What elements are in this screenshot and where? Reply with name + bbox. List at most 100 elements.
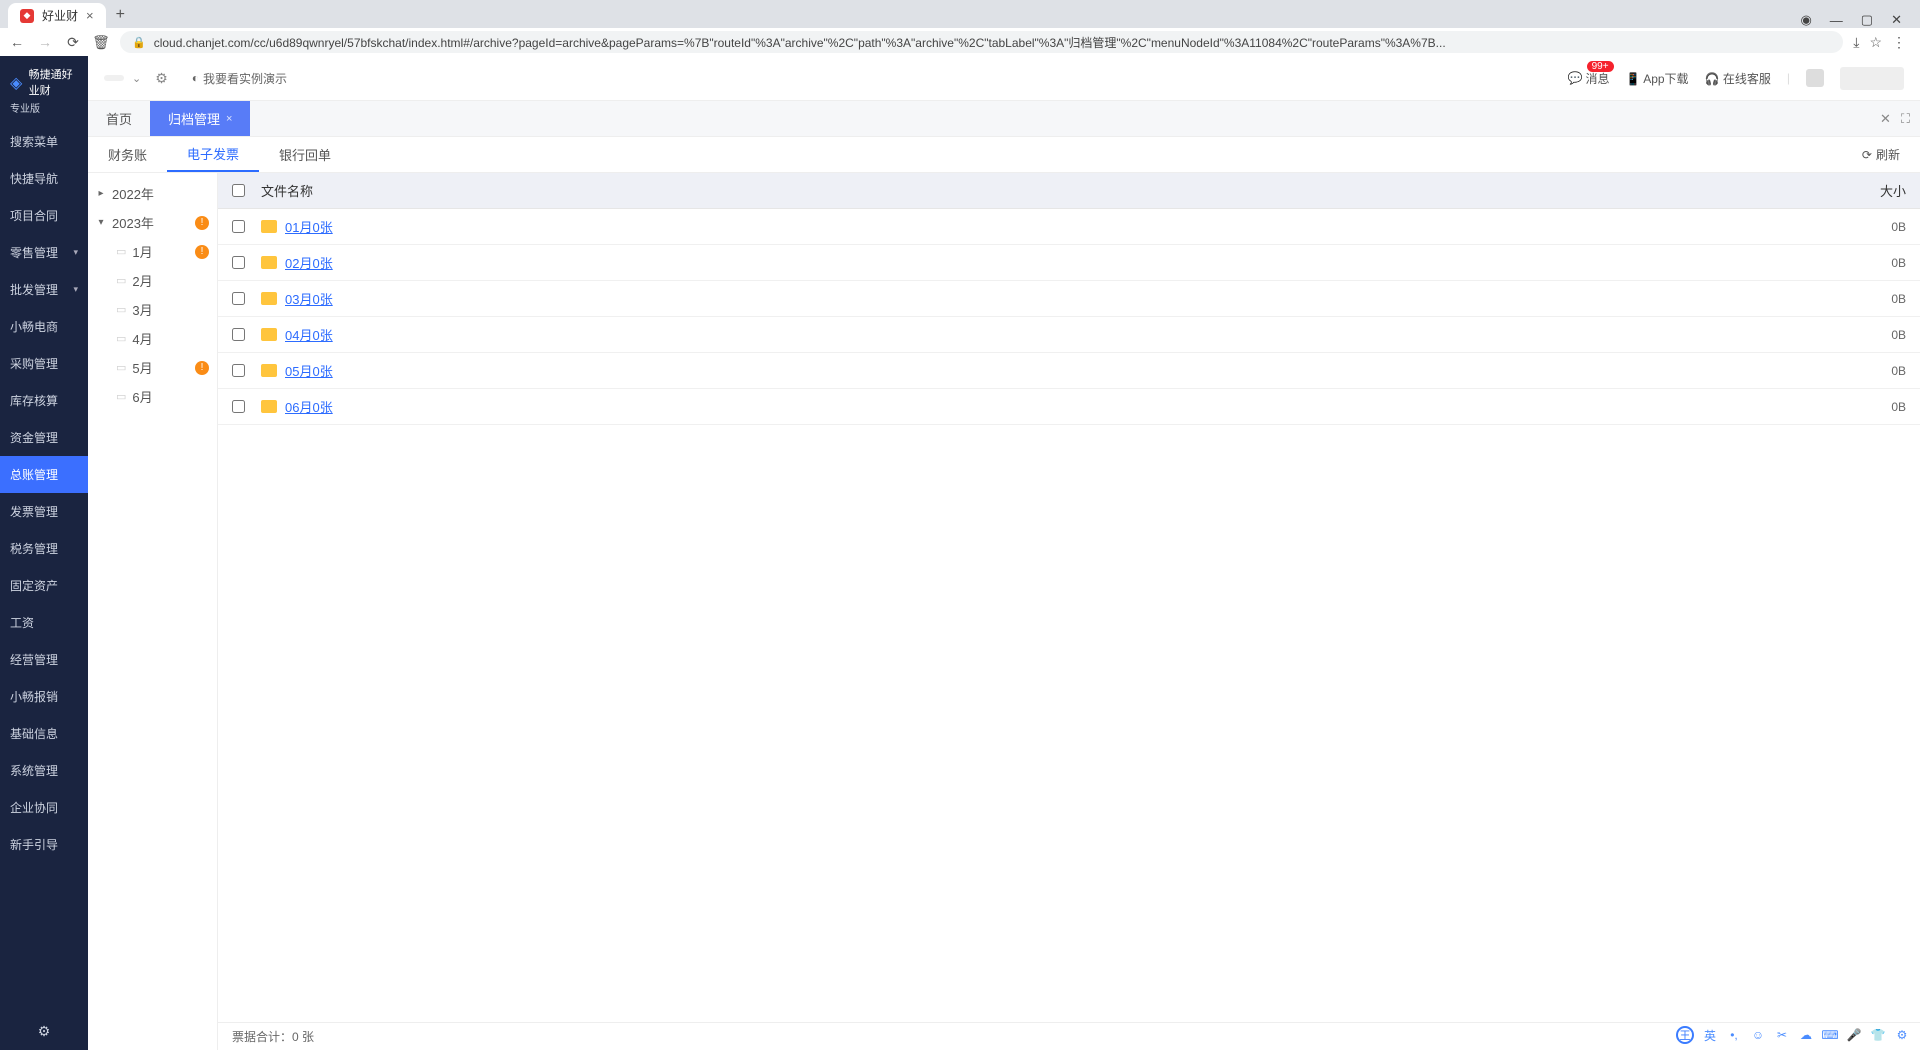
- chevron-down-icon: ▾: [96, 217, 106, 228]
- sidebar-item-采购管理[interactable]: 采购管理: [0, 345, 88, 382]
- tree-month-1月[interactable]: ▭1月!: [88, 237, 217, 266]
- logo-text: 畅捷通好业财: [29, 66, 82, 98]
- row-checkbox[interactable]: [232, 328, 245, 341]
- ime-lang[interactable]: 英: [1702, 1027, 1718, 1043]
- tree-month-4月[interactable]: ▭4月: [88, 324, 217, 353]
- gear-icon[interactable]: ⚙: [155, 70, 168, 87]
- minimize-icon[interactable]: —: [1830, 13, 1843, 28]
- sidebar-item-项目合同[interactable]: 项目合同: [0, 197, 88, 234]
- tab-bar: ◆ 好业财 × + ◉ — ▢ ✕: [0, 0, 1920, 28]
- new-tab-button[interactable]: +: [106, 2, 135, 28]
- file-row: 02月0张0B: [218, 245, 1920, 281]
- file-link[interactable]: 03月0张: [285, 289, 333, 308]
- install-icon[interactable]: ⤓: [1853, 34, 1859, 51]
- sidebar-item-新手引导[interactable]: 新手引导: [0, 826, 88, 863]
- tree-year-2023年[interactable]: ▾2023年!: [88, 208, 217, 237]
- forward-icon[interactable]: →: [36, 34, 54, 50]
- file-link[interactable]: 01月0张: [285, 217, 333, 236]
- avatar-icon[interactable]: [1806, 69, 1824, 87]
- sidebar: ◈ 畅捷通好业财 专业版 搜索菜单快捷导航项目合同零售管理▾批发管理▾小畅电商采…: [0, 56, 88, 1050]
- sidebar-item-固定资产[interactable]: 固定资产: [0, 567, 88, 604]
- maximize-icon[interactable]: ▢: [1861, 12, 1873, 28]
- row-checkbox[interactable]: [232, 364, 245, 377]
- sidebar-item-小畅电商[interactable]: 小畅电商: [0, 308, 88, 345]
- select-all-checkbox[interactable]: [232, 184, 245, 197]
- row-checkbox[interactable]: [232, 256, 245, 269]
- video-icon: ◐: [192, 71, 199, 85]
- sidebar-item-总账管理[interactable]: 总账管理: [0, 456, 88, 493]
- tree-month-6月[interactable]: ▭6月: [88, 382, 217, 411]
- sidebar-item-经营管理[interactable]: 经营管理: [0, 641, 88, 678]
- reload-icon[interactable]: ⟳: [64, 34, 82, 51]
- tree-month-2月[interactable]: ▭2月: [88, 266, 217, 295]
- refresh-button[interactable]: ⟳ 刷新: [1862, 137, 1920, 172]
- folder-icon: ▭: [116, 332, 126, 345]
- messages-button[interactable]: 💬 消息 99+: [1568, 70, 1610, 87]
- sub-tab-财务账[interactable]: 财务账: [88, 137, 167, 172]
- sub-tab-银行回单[interactable]: 银行回单: [259, 137, 351, 172]
- row-checkbox[interactable]: [232, 292, 245, 305]
- row-checkbox[interactable]: [232, 220, 245, 233]
- col-filename: 文件名称: [261, 181, 1846, 200]
- demo-link[interactable]: ◐ 我要看实例演示: [192, 70, 287, 87]
- sidebar-item-库存核算[interactable]: 库存核算: [0, 382, 88, 419]
- bookmark-icon[interactable]: ☆: [1869, 34, 1882, 51]
- sidebar-settings-icon[interactable]: ⚙: [0, 1013, 88, 1050]
- sidebar-item-快捷导航[interactable]: 快捷导航: [0, 160, 88, 197]
- menu-icon[interactable]: ⋮: [1892, 34, 1906, 51]
- folder-icon: [261, 400, 277, 413]
- user-name[interactable]: [1840, 67, 1904, 90]
- sidebar-item-系统管理[interactable]: 系统管理: [0, 752, 88, 789]
- ime-settings-icon[interactable]: ⚙: [1894, 1027, 1910, 1043]
- ime-keyboard-icon[interactable]: ⌨: [1822, 1027, 1838, 1043]
- company-selector[interactable]: ⌄ ⚙: [104, 70, 168, 87]
- sidebar-item-发票管理[interactable]: 发票管理: [0, 493, 88, 530]
- page-tab-归档管理[interactable]: 归档管理×: [150, 101, 250, 136]
- file-link[interactable]: 04月0张: [285, 325, 333, 344]
- ime-mic-icon[interactable]: 🎤: [1846, 1027, 1862, 1043]
- ime-emoji-icon[interactable]: ☺: [1750, 1027, 1766, 1043]
- sidebar-item-搜索菜单[interactable]: 搜索菜单: [0, 123, 88, 160]
- sidebar-item-税务管理[interactable]: 税务管理: [0, 530, 88, 567]
- ime-punct-icon[interactable]: •,: [1726, 1027, 1742, 1043]
- sidebar-item-基础信息[interactable]: 基础信息: [0, 715, 88, 752]
- ime-cloud-icon[interactable]: ☁: [1798, 1027, 1814, 1043]
- app-download-button[interactable]: 📱 App下载: [1626, 70, 1689, 87]
- chevron-down-icon: ⌄: [132, 72, 141, 85]
- file-row: 06月0张0B: [218, 389, 1920, 425]
- sidebar-item-零售管理[interactable]: 零售管理▾: [0, 234, 88, 271]
- ime-shirt-icon[interactable]: 👕: [1870, 1027, 1886, 1043]
- online-service-button[interactable]: 🎧 在线客服: [1705, 70, 1771, 87]
- tree-month-3月[interactable]: ▭3月: [88, 295, 217, 324]
- address-bar: ← → ⟳ 🗑 🔒 cloud.chanjet.com/cc/u6d89qwnr…: [0, 28, 1920, 56]
- sidebar-item-企业协同[interactable]: 企业协同: [0, 789, 88, 826]
- close-window-icon[interactable]: ✕: [1891, 12, 1902, 28]
- content-area: 首页归档管理× ✕ ⛶ 财务账电子发票银行回单 ⟳ 刷新 ▸2022年▾2023…: [88, 101, 1920, 1050]
- sidebar-item-资金管理[interactable]: 资金管理: [0, 419, 88, 456]
- file-link[interactable]: 06月0张: [285, 397, 333, 416]
- sub-tab-电子发票[interactable]: 电子发票: [167, 137, 259, 172]
- ime-main-icon[interactable]: 王: [1676, 1026, 1694, 1044]
- back-icon[interactable]: ←: [8, 34, 26, 50]
- file-link[interactable]: 02月0张: [285, 253, 333, 272]
- url-field[interactable]: 🔒 cloud.chanjet.com/cc/u6d89qwnryel/57bf…: [120, 31, 1843, 53]
- folder-icon: ▭: [116, 245, 126, 258]
- sidebar-item-工资[interactable]: 工资: [0, 604, 88, 641]
- row-checkbox[interactable]: [232, 400, 245, 413]
- sidebar-item-批发管理[interactable]: 批发管理▾: [0, 271, 88, 308]
- delete-icon[interactable]: 🗑: [92, 34, 110, 51]
- sidebar-item-小畅报销[interactable]: 小畅报销: [0, 678, 88, 715]
- close-tab-icon[interactable]: ✕: [1880, 111, 1891, 127]
- fullscreen-icon[interactable]: ⛶: [1901, 111, 1910, 127]
- tree-year-2022年[interactable]: ▸2022年: [88, 179, 217, 208]
- tree-month-5月[interactable]: ▭5月!: [88, 353, 217, 382]
- folder-icon: [261, 364, 277, 377]
- lock-icon: 🔒: [132, 36, 146, 49]
- tab-close-icon[interactable]: ×: [86, 8, 94, 23]
- account-icon[interactable]: ◉: [1800, 12, 1811, 28]
- ime-scissors-icon[interactable]: ✂: [1774, 1027, 1790, 1043]
- page-tab-首页[interactable]: 首页: [88, 101, 150, 136]
- file-link[interactable]: 05月0张: [285, 361, 333, 380]
- close-icon[interactable]: ×: [226, 113, 232, 125]
- browser-tab[interactable]: ◆ 好业财 ×: [8, 3, 106, 28]
